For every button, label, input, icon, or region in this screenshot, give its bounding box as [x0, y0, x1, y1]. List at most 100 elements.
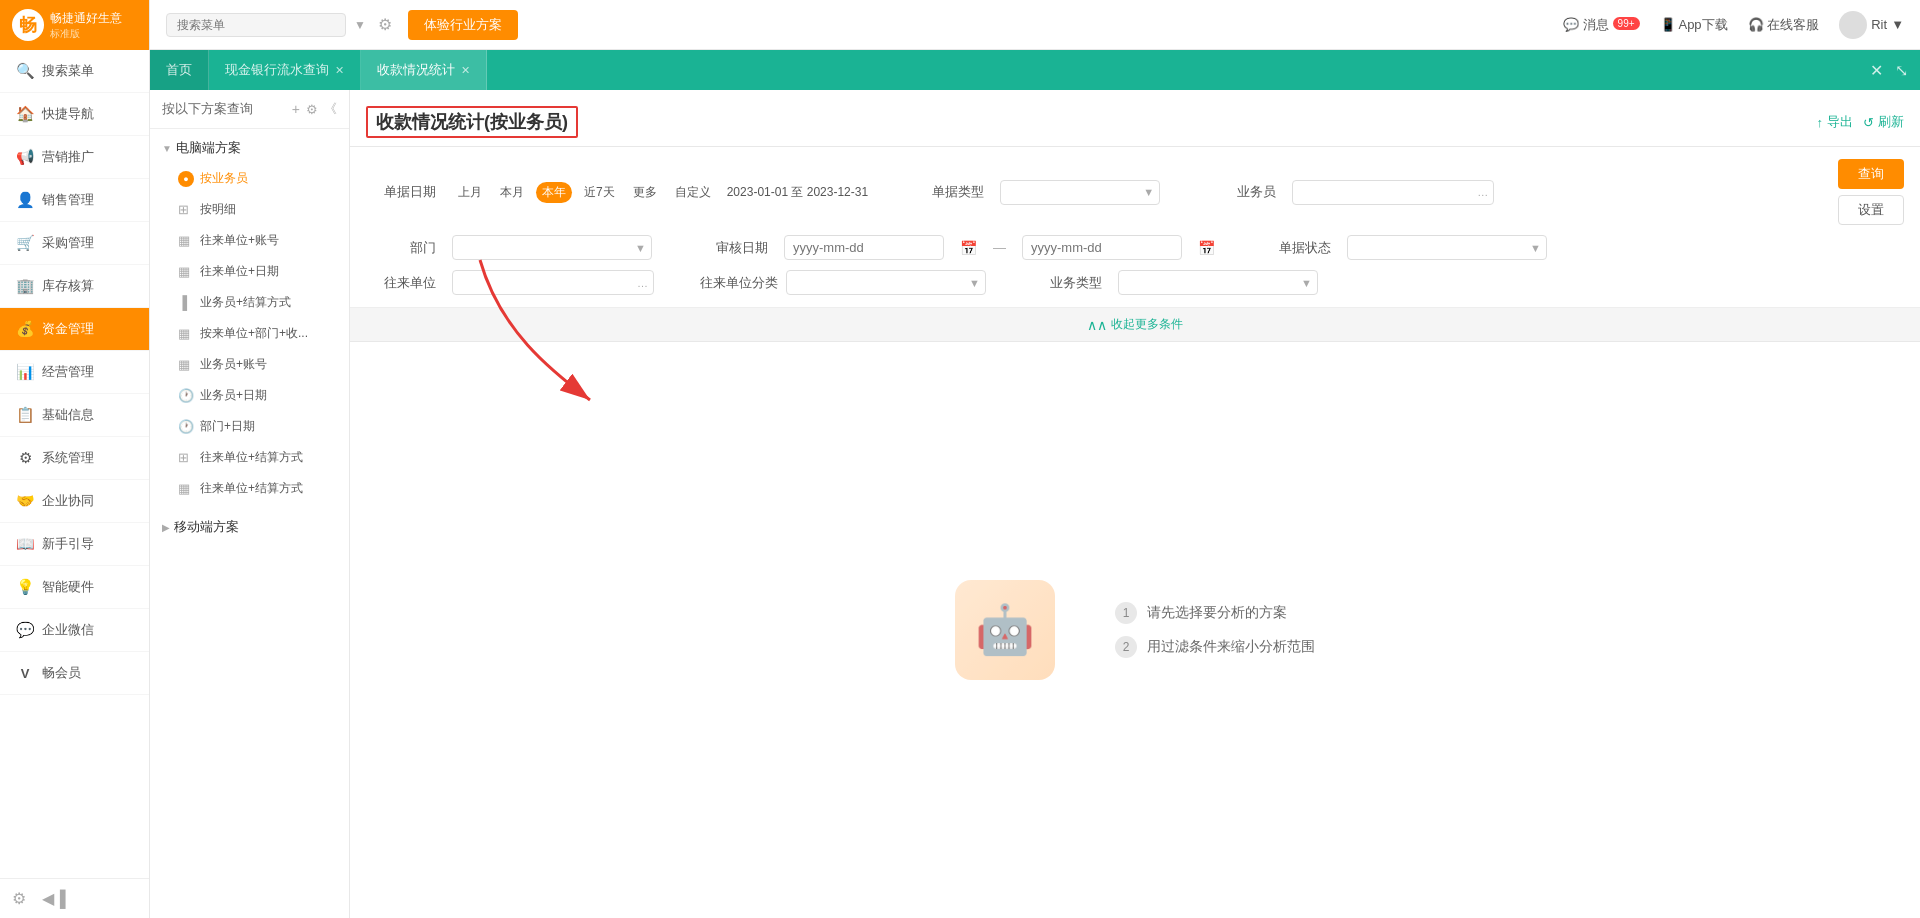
sidebar-item-marketing[interactable]: 📢 营销推广 — [0, 136, 149, 179]
tabbar-right: ✕ ⤡ — [1858, 50, 1920, 90]
tab-expand-icon[interactable]: ⤡ — [1895, 61, 1908, 80]
inventory-icon: 🏢 — [16, 277, 34, 295]
date-btn-last-month[interactable]: 上月 — [452, 182, 488, 203]
partner-more-icon[interactable]: … — [637, 277, 648, 289]
topbar-right: 💬 消息 99+ 📱 App下载 🎧 在线客服 Rit ▼ — [1563, 11, 1904, 39]
biz-type-select-wrap: ▼ — [1118, 270, 1318, 295]
collapse-bar[interactable]: ∧∧ 收起更多条件 — [350, 308, 1920, 342]
hardware-icon: 💡 — [16, 578, 34, 596]
sidebar-item-operations[interactable]: 📊 经营管理 — [0, 351, 149, 394]
desktop-scheme-header[interactable]: ▼ 电脑端方案 — [150, 133, 349, 163]
scheme-item-partner-dept[interactable]: ▦ 按来单位+部门+收... — [150, 318, 349, 349]
logo-text: 畅捷通好生意 标准版 — [50, 10, 122, 41]
dept-select-wrap: ▼ — [452, 235, 652, 260]
staff-input[interactable] — [1292, 180, 1494, 205]
sidebar-item-finance[interactable]: 💰 资金管理 — [0, 308, 149, 351]
sidebar-item-basic-info[interactable]: 📋 基础信息 — [0, 394, 149, 437]
date-btn-more[interactable]: 更多 — [627, 182, 663, 203]
panel-settings-icon[interactable]: ⚙ — [306, 102, 318, 117]
sales-icon: 👤 — [16, 191, 34, 209]
scheme-item-staff-account[interactable]: ▦ 业务员+账号 — [150, 349, 349, 380]
sidebar-item-member[interactable]: V 畅会员 — [0, 652, 149, 695]
tab-bank-flow-close[interactable]: ✕ — [335, 64, 344, 77]
review-date-from-calendar[interactable]: 📅 — [960, 240, 977, 256]
clock-icon-1: 🕐 — [178, 388, 194, 403]
doc-status-select[interactable] — [1347, 235, 1547, 260]
sidebar: 畅 畅捷通好生意 标准版 🔍 搜索菜单 🏠 快捷导航 📢 营销推广 👤 销售管理… — [0, 0, 150, 918]
sidebar-item-guide[interactable]: 📖 新手引导 — [0, 523, 149, 566]
query-button[interactable]: 查询 — [1838, 159, 1904, 189]
partner-input[interactable] — [452, 270, 654, 295]
mobile-scheme-header[interactable]: ▶ 移动端方案 — [150, 512, 349, 542]
tip-number-2: 2 — [1115, 636, 1137, 658]
tab-collection-stats-close[interactable]: ✕ — [461, 64, 470, 77]
operations-icon: 📊 — [16, 363, 34, 381]
left-panel: 按以下方案查询 + ⚙ 《 ▼ 电脑端方案 ● 按业务员 ⊞ — [150, 90, 350, 918]
sidebar-item-system[interactable]: ⚙ 系统管理 — [0, 437, 149, 480]
biz-type-select[interactable] — [1118, 270, 1318, 295]
review-date-to[interactable] — [1022, 235, 1182, 260]
bar-icon: ▐ — [178, 295, 194, 310]
dept-select[interactable] — [452, 235, 652, 260]
trial-button[interactable]: 体验行业方案 — [408, 10, 518, 40]
messages-label[interactable]: 💬 消息 99+ — [1563, 16, 1639, 34]
filter-row-3: 往来单位 … 往来单位分类 ▼ 业务类型 — [366, 270, 1904, 295]
sidebar-item-sales[interactable]: 👤 销售管理 — [0, 179, 149, 222]
staff-more-icon[interactable]: … — [1477, 186, 1488, 198]
table-icon-4: ▦ — [178, 357, 194, 372]
panel-collapse-icon[interactable]: 《 — [324, 100, 337, 118]
home-icon: 🏠 — [16, 105, 34, 123]
finance-icon: 💰 — [16, 320, 34, 338]
sidebar-item-inventory[interactable]: 🏢 库存核算 — [0, 265, 149, 308]
topbar-gear-icon[interactable]: ⚙ — [378, 15, 392, 34]
date-btn-this-year[interactable]: 本年 — [536, 182, 572, 203]
sidebar-item-wechat[interactable]: 💬 企业微信 — [0, 609, 149, 652]
tab-bank-flow[interactable]: 现金银行流水查询 ✕ — [209, 50, 361, 90]
scheme-item-partner-account[interactable]: ▦ 往来单位+账号 — [150, 225, 349, 256]
scheme-item-by-staff[interactable]: ● 按业务员 — [150, 163, 349, 194]
sidebar-item-quick-nav[interactable]: 🏠 快捷导航 — [0, 93, 149, 136]
empty-tips: 1 请先选择要分析的方案 2 用过滤条件来缩小分析范围 — [1115, 602, 1315, 658]
review-date-from[interactable] — [784, 235, 944, 260]
app-download-link[interactable]: 📱 App下载 — [1660, 16, 1728, 34]
scheme-item-partner-settle1[interactable]: ⊞ 往来单位+结算方式 — [150, 442, 349, 473]
topbar-search-input[interactable] — [166, 13, 346, 37]
review-date-to-calendar[interactable]: 📅 — [1198, 240, 1215, 256]
search-icon: 🔍 — [16, 62, 34, 80]
panel-add-icon[interactable]: + — [292, 101, 300, 117]
user-menu[interactable]: Rit ▼ — [1839, 11, 1904, 39]
panel-header-title: 按以下方案查询 — [162, 100, 286, 118]
online-service-link[interactable]: 🎧 在线客服 — [1748, 16, 1820, 34]
footer-collapse-icon[interactable]: ◀▐ — [42, 889, 65, 908]
partner-category-select[interactable] — [786, 270, 986, 295]
staff-select-wrap: … — [1292, 180, 1494, 205]
tab-close-all-icon[interactable]: ✕ — [1870, 61, 1883, 80]
empty-tip-2: 2 用过滤条件来缩小分析范围 — [1115, 636, 1315, 658]
scheme-item-dept-date[interactable]: 🕐 部门+日期 — [150, 411, 349, 442]
empty-state: 🤖 1 请先选择要分析的方案 2 用过滤条件来缩小分析范围 — [350, 342, 1920, 918]
scheme-item-staff-date[interactable]: 🕐 业务员+日期 — [150, 380, 349, 411]
sidebar-item-search[interactable]: 🔍 搜索菜单 — [0, 50, 149, 93]
footer-settings-icon[interactable]: ⚙ — [12, 889, 26, 908]
refresh-button[interactable]: ↺ 刷新 — [1863, 113, 1904, 131]
tab-collection-stats[interactable]: 收款情况统计 ✕ — [361, 50, 487, 90]
topbar-dropdown-icon[interactable]: ▼ — [354, 18, 366, 32]
doc-status-label: 单据状态 — [1261, 239, 1331, 257]
scheme-item-staff-settle[interactable]: ▐ 业务员+结算方式 — [150, 287, 349, 318]
date-range-display: 2023-01-01 至 2023-12-31 — [727, 184, 868, 201]
sidebar-item-enterprise[interactable]: 🤝 企业协同 — [0, 480, 149, 523]
date-btn-7days[interactable]: 近7天 — [578, 182, 621, 203]
dept-label: 部门 — [366, 239, 436, 257]
sidebar-item-hardware[interactable]: 💡 智能硬件 — [0, 566, 149, 609]
sidebar-item-purchase[interactable]: 🛒 采购管理 — [0, 222, 149, 265]
export-button[interactable]: ↑ 导出 — [1817, 113, 1854, 131]
scheme-item-by-detail[interactable]: ⊞ 按明细 — [150, 194, 349, 225]
doc-type-select-wrap: ▼ — [1000, 180, 1160, 205]
settings-button[interactable]: 设置 — [1838, 195, 1904, 225]
scheme-item-partner-date[interactable]: ▦ 往来单位+日期 — [150, 256, 349, 287]
date-btn-this-month[interactable]: 本月 — [494, 182, 530, 203]
scheme-item-partner-settle2[interactable]: ▦ 往来单位+结算方式 — [150, 473, 349, 504]
date-btn-custom[interactable]: 自定义 — [669, 182, 717, 203]
doc-type-select[interactable] — [1000, 180, 1160, 205]
tab-home[interactable]: 首页 — [150, 50, 209, 90]
